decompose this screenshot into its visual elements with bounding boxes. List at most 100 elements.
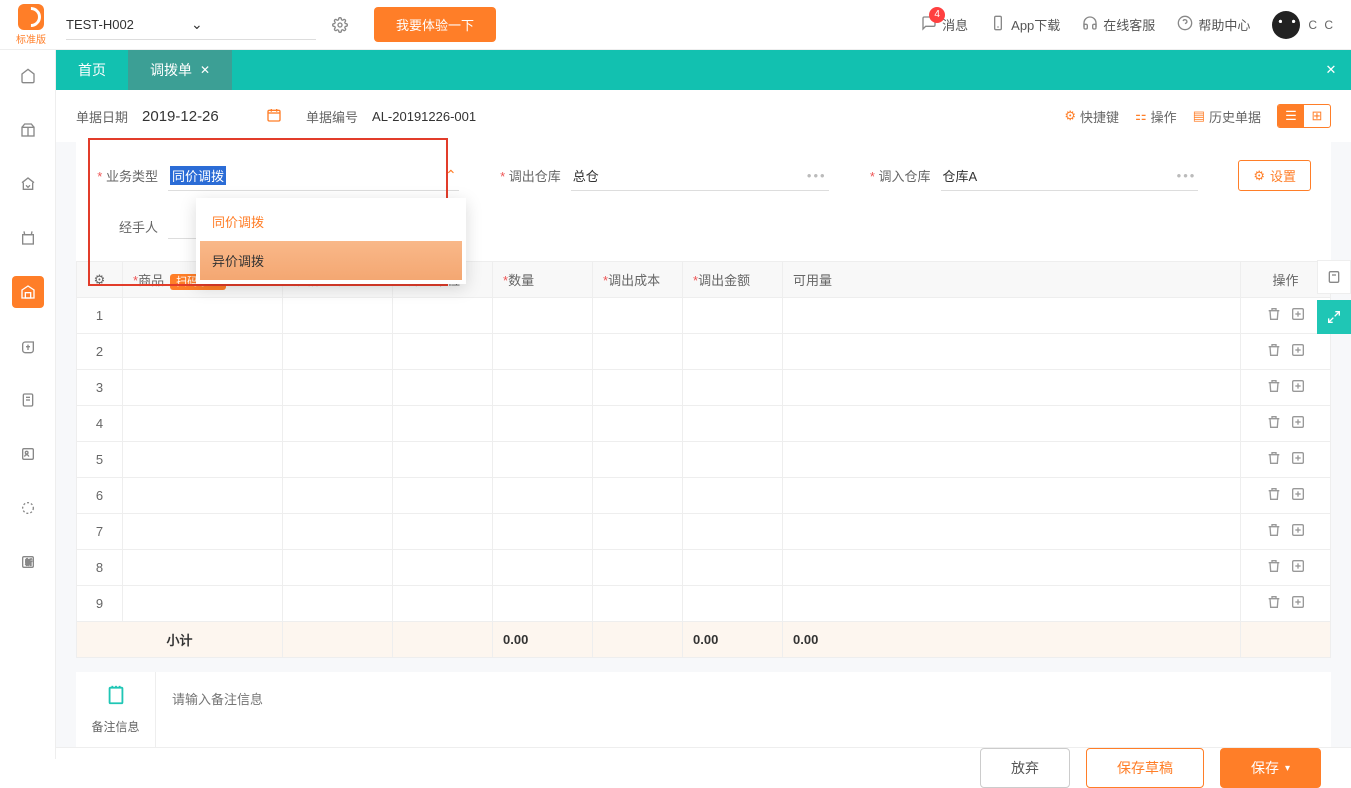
delete-icon[interactable] xyxy=(1266,594,1282,613)
svg-text:新: 新 xyxy=(25,558,32,567)
delete-icon[interactable] xyxy=(1266,306,1282,325)
settings-icon[interactable] xyxy=(326,11,354,39)
nav-contact-icon[interactable] xyxy=(12,438,44,470)
logo: 标准版 xyxy=(16,4,46,46)
chevron-up-icon: ⌃ xyxy=(445,167,457,184)
tab-transfer[interactable]: 调拨单 ✕ xyxy=(128,50,232,90)
add-row-icon[interactable] xyxy=(1290,306,1306,325)
row-number: 4 xyxy=(77,406,123,442)
add-row-icon[interactable] xyxy=(1290,378,1306,397)
doc-header-actions: ⚙快捷键 ⚏操作 ▤历史单据 ☰ ⊞ xyxy=(1064,104,1331,128)
more-icon: ••• xyxy=(1177,168,1197,183)
remark-side: 备注信息 xyxy=(76,672,156,747)
remark-card: 备注信息 xyxy=(76,672,1331,747)
dropdown-opt-same-price[interactable]: 同价调拨 xyxy=(200,202,462,241)
help-label: 帮助中心 xyxy=(1198,15,1250,34)
add-row-icon[interactable] xyxy=(1290,450,1306,469)
remark-input[interactable] xyxy=(172,692,1315,707)
delete-icon[interactable] xyxy=(1266,522,1282,541)
table-row[interactable]: 5 xyxy=(77,442,1331,478)
doc-date[interactable]: 2019-12-26 xyxy=(142,108,252,125)
table-row[interactable]: 2 xyxy=(77,334,1331,370)
out-wh-select[interactable]: 总仓 ••• xyxy=(571,161,829,191)
app-download-link[interactable]: App下载 xyxy=(990,15,1060,35)
out-wh-value: 总仓 xyxy=(573,166,599,185)
nav-new-icon[interactable]: 新 xyxy=(12,546,44,578)
add-row-icon[interactable] xyxy=(1290,486,1306,505)
items-table: ⚙ *商品扫码录入 规格型号 *库存单位 *数量 *调出成本 *调出金额 可用量… xyxy=(76,261,1331,658)
nav-warehouse-icon[interactable] xyxy=(12,276,44,308)
remark-label: 备注信息 xyxy=(91,718,139,735)
topbar-right: 4 消息 App下载 在线客服 帮助中心 C C xyxy=(921,11,1335,39)
delete-icon[interactable] xyxy=(1266,558,1282,577)
delete-icon[interactable] xyxy=(1266,378,1282,397)
add-row-icon[interactable] xyxy=(1290,522,1306,541)
history-link[interactable]: ▤历史单据 xyxy=(1193,107,1261,126)
tab-home[interactable]: 首页 xyxy=(56,50,128,90)
nav-report-icon[interactable] xyxy=(12,384,44,416)
nav-purchase-icon[interactable] xyxy=(12,168,44,200)
float-note-icon[interactable] xyxy=(1317,260,1351,294)
table-row[interactable]: 1 xyxy=(77,298,1331,334)
view-grid-icon[interactable]: ⊞ xyxy=(1304,105,1330,127)
in-wh-select[interactable]: 仓库A ••• xyxy=(941,161,1199,191)
save-button[interactable]: 保存 ▾ xyxy=(1220,748,1321,788)
nav-sync-icon[interactable] xyxy=(12,492,44,524)
col-gear[interactable]: ⚙ xyxy=(77,262,123,298)
calendar-icon[interactable] xyxy=(266,107,282,126)
discard-button[interactable]: 放弃 xyxy=(980,748,1070,788)
chevron-down-icon: ⌄ xyxy=(191,16,316,33)
doc-icon: ▤ xyxy=(1193,108,1205,124)
messages-link[interactable]: 4 消息 xyxy=(921,15,968,35)
biz-type-value: 同价调拨 xyxy=(170,166,226,185)
gear-icon: ⚙ xyxy=(1253,168,1265,184)
trial-button[interactable]: 我要体验一下 xyxy=(374,7,496,42)
user-menu[interactable]: C C xyxy=(1272,11,1335,39)
delete-icon[interactable] xyxy=(1266,450,1282,469)
message-badge: 4 xyxy=(929,7,945,23)
headset-icon xyxy=(1082,15,1098,35)
date-label: 单据日期 xyxy=(76,107,128,126)
table-row[interactable]: 9 xyxy=(77,586,1331,622)
form-card: * 业务类型 同价调拨 ⌃ 同价调拨 异价调拨 * 调出仓库 总仓 ••• xyxy=(76,142,1331,261)
biz-type-select[interactable]: 同价调拨 ⌃ xyxy=(168,161,459,191)
close-all-tabs[interactable]: ✕ xyxy=(1311,50,1351,90)
row-number: 9 xyxy=(77,586,123,622)
logo-edition: 标准版 xyxy=(16,31,46,46)
delete-icon[interactable] xyxy=(1266,414,1282,433)
float-expand-icon[interactable] xyxy=(1317,300,1351,334)
row-number: 8 xyxy=(77,550,123,586)
close-icon[interactable]: ✕ xyxy=(200,63,210,77)
subtotal-row: 小计 0.00 0.00 0.00 xyxy=(77,622,1331,658)
settings-button[interactable]: ⚙ 设置 xyxy=(1238,160,1311,191)
table-row[interactable]: 7 xyxy=(77,514,1331,550)
left-nav: 新 xyxy=(0,50,56,759)
add-row-icon[interactable] xyxy=(1290,342,1306,361)
help-link[interactable]: 帮助中心 xyxy=(1177,15,1250,35)
table-row[interactable]: 8 xyxy=(77,550,1331,586)
nav-sale-icon[interactable] xyxy=(12,222,44,254)
in-wh-value: 仓库A xyxy=(943,166,978,185)
nav-finance-icon[interactable] xyxy=(12,330,44,362)
footer-actions: 放弃 保存草稿 保存 ▾ xyxy=(56,747,1351,788)
add-row-icon[interactable] xyxy=(1290,414,1306,433)
shortcut-link[interactable]: ⚙快捷键 xyxy=(1064,107,1119,126)
add-row-icon[interactable] xyxy=(1290,558,1306,577)
nav-home-icon[interactable] xyxy=(12,60,44,92)
save-draft-button[interactable]: 保存草稿 xyxy=(1086,748,1204,788)
table-row[interactable]: 6 xyxy=(77,478,1331,514)
delete-icon[interactable] xyxy=(1266,342,1282,361)
dropdown-opt-diff-price[interactable]: 异价调拨 xyxy=(200,241,462,280)
company-selector[interactable]: TEST-H002 ⌄ xyxy=(66,10,316,40)
view-list-icon[interactable]: ☰ xyxy=(1278,105,1304,127)
delete-icon[interactable] xyxy=(1266,486,1282,505)
floating-tools xyxy=(1317,260,1351,334)
ops-link[interactable]: ⚏操作 xyxy=(1135,107,1177,126)
row-number: 5 xyxy=(77,442,123,478)
online-service-link[interactable]: 在线客服 xyxy=(1082,15,1155,35)
user-name: C C xyxy=(1308,18,1335,32)
table-row[interactable]: 3 xyxy=(77,370,1331,406)
nav-gift-icon[interactable] xyxy=(12,114,44,146)
table-row[interactable]: 4 xyxy=(77,406,1331,442)
add-row-icon[interactable] xyxy=(1290,594,1306,613)
